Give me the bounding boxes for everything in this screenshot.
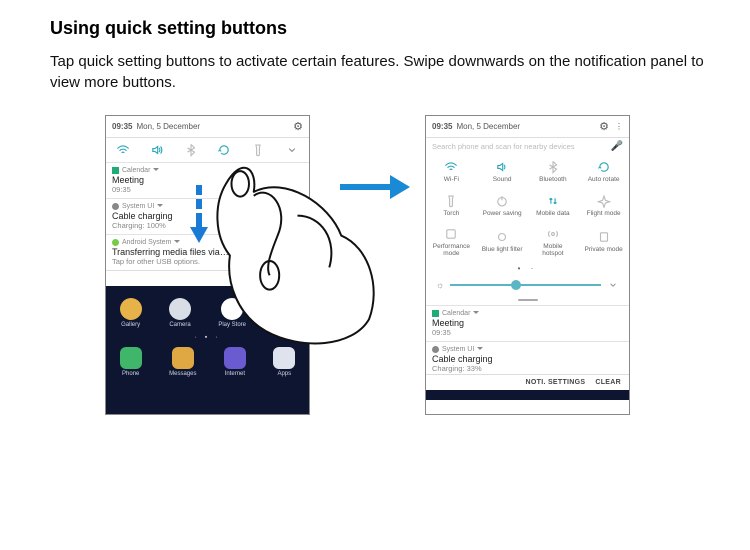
tile-bluelight[interactable]: Blue light filter [481,230,523,254]
wifi-icon[interactable] [116,143,130,157]
page-indicator: • · [426,262,629,275]
tile-data[interactable]: Mobile data [532,194,574,218]
notification-title: Meeting [432,318,623,328]
chevron-down-icon[interactable] [607,279,619,291]
drag-handle[interactable] [518,299,538,301]
clear-button[interactable]: CLEAR [595,379,621,386]
tile-flight[interactable]: Flight mode [583,194,625,218]
tiles-row-3: Performance mode Blue light filter Mobil… [426,222,629,262]
expand-icon[interactable] [285,143,299,157]
brightness-icon: ☼ [436,280,444,290]
status-bar: 09:35 Mon, 5 December ⚙ [106,116,309,138]
bluetooth-icon[interactable] [184,143,198,157]
settings-icon[interactable]: ⚙ [293,120,303,133]
rotate-icon[interactable] [217,143,231,157]
illustration-stage: 09:35 Mon, 5 December ⚙ Calendar Meeting… [50,115,710,445]
notification-sub: 09:35 [432,328,623,337]
intro-text: Tap quick setting buttons to activate ce… [50,51,710,93]
swipe-down-icon [190,185,208,245]
tile-hotspot[interactable]: Mobile hotspot [532,227,574,257]
sound-icon[interactable] [150,143,164,157]
app-phone[interactable]: Phone [120,347,142,377]
tiles-row-1: Wi-Fi Sound Bluetooth Auto rotate [426,155,629,189]
phone-right: 09:35 Mon, 5 December ⚙ ⋮ Search phone a… [425,115,630,415]
tile-sound[interactable]: Sound [481,160,523,184]
noti-settings-button[interactable]: NOTI. SETTINGS [526,379,586,386]
homescreen-peek [426,390,629,400]
tile-wifi[interactable]: Wi-Fi [430,160,472,184]
status-time: 09:35 [432,122,452,131]
search-placeholder: Search phone and scan for nearby devices [432,142,575,151]
notification-actions: NOTI. SETTINGS CLEAR [426,374,629,390]
tile-performance[interactable]: Performance mode [430,227,472,257]
arrow-right-icon [340,175,410,204]
app-camera[interactable]: Camera [169,298,191,328]
settings-icon[interactable]: ⚙ [599,120,609,133]
mic-icon[interactable]: 🎤 [611,141,623,152]
app-gallery[interactable]: Gallery [120,298,142,328]
status-time: 09:35 [112,122,132,131]
notification-title: Cable charging [432,354,623,364]
status-date: Mon, 5 December [136,122,293,131]
tile-torch[interactable]: Torch [430,194,472,218]
app-messages[interactable]: Messages [169,347,196,377]
tile-rotate[interactable]: Auto rotate [583,160,625,184]
tile-bluetooth[interactable]: Bluetooth [532,160,574,184]
status-date: Mon, 5 December [456,122,599,131]
status-bar: 09:35 Mon, 5 December ⚙ ⋮ [426,116,629,138]
brightness-slider[interactable]: ☼ [426,275,629,295]
notification-app: Calendar [432,310,623,317]
torch-icon[interactable] [251,143,265,157]
notification-calendar[interactable]: Calendar Meeting 09:35 [426,305,629,341]
tile-private[interactable]: Private mode [583,230,625,254]
heading: Using quick setting buttons [50,18,710,39]
notification-sub: Charging: 33% [432,364,623,373]
tiles-row-2: Torch Power saving Mobile data Flight mo… [426,189,629,223]
tile-power[interactable]: Power saving [481,194,523,218]
more-icon[interactable]: ⋮ [615,122,623,131]
search-field[interactable]: Search phone and scan for nearby devices… [426,138,629,155]
notification-app: System UI [432,346,623,353]
quick-settings-row [106,138,309,162]
notification-system[interactable]: System UI Cable charging Charging: 33% [426,341,629,374]
